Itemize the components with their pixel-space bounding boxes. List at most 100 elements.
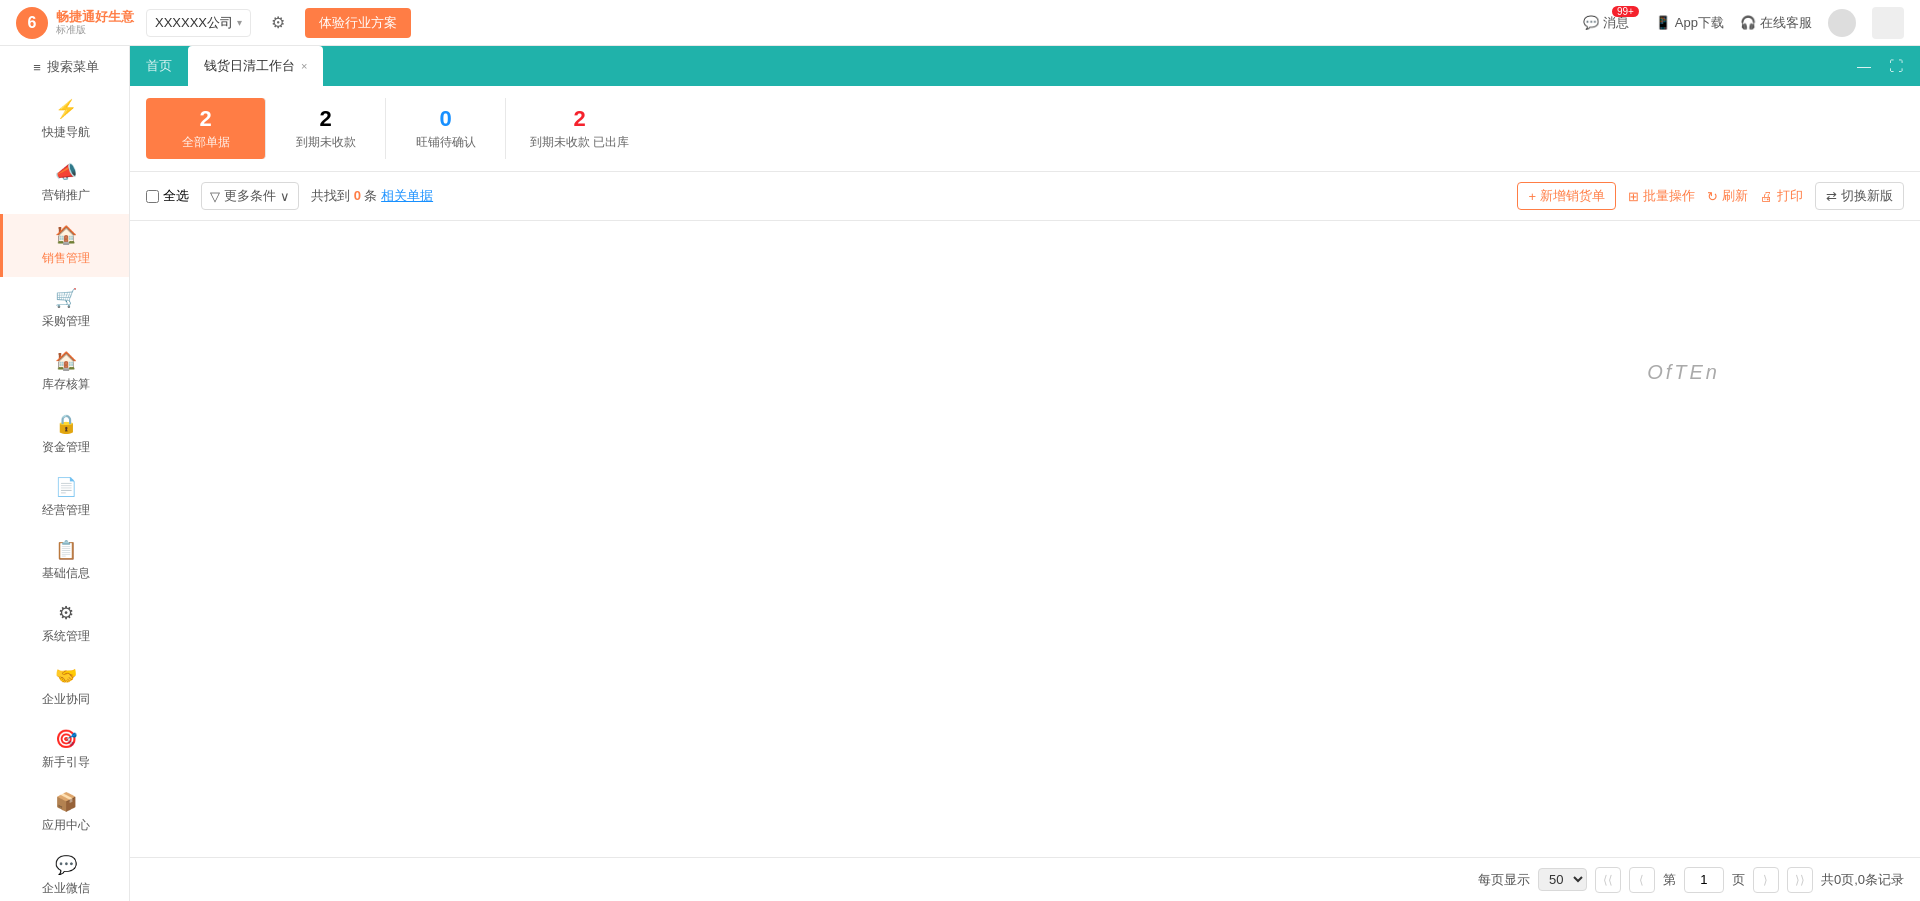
sidebar-item-sales[interactable]: 🏠 销售管理: [0, 214, 129, 277]
tab-expand-btn[interactable]: ⛶: [1884, 54, 1908, 78]
settings-button[interactable]: ⚙: [263, 8, 293, 38]
add-icon: +: [1528, 189, 1536, 204]
tab-active[interactable]: 钱货日清工作台 ×: [188, 46, 323, 86]
sidebar: ≡ 搜索菜单 ⚡ 快捷导航 📣 营销推广 🏠 销售管理 🛒 采购管理 🏠 库存核…: [0, 46, 130, 901]
app-download-item[interactable]: 📱 App下载: [1655, 14, 1724, 32]
stats-row: 2 全部单据 2 到期未收款 0 旺铺待确认 2 到期未收款 已出库: [130, 86, 1920, 172]
sidebar-item-inventory[interactable]: 🏠 库存核算: [0, 340, 129, 403]
message-icon: 💬: [1583, 15, 1599, 30]
avatar[interactable]: [1828, 9, 1856, 37]
pagination-bar: 每页显示 50 ⟨⟨ ⟨ 第 页 ⟩ ⟩⟩ 共0页,0条记录: [130, 857, 1920, 901]
stat-label-all: 全部单据: [182, 134, 230, 151]
marketing-icon: 📣: [55, 161, 77, 183]
online-service-item[interactable]: 🎧 在线客服: [1740, 14, 1812, 32]
logo-main: 畅捷通好生意: [56, 9, 134, 25]
company-name: XXXXXX公司: [155, 14, 233, 32]
sidebar-item-label-basic-info: 基础信息: [42, 565, 90, 582]
found-count-text: 共找到 0 条 相关单据: [311, 187, 433, 205]
per-page-select[interactable]: 50: [1538, 868, 1587, 891]
sidebar-item-purchase[interactable]: 🛒 采购管理: [0, 277, 129, 340]
sidebar-item-system[interactable]: ⚙ 系统管理: [0, 592, 129, 655]
sidebar-item-label-quick-nav: 快捷导航: [42, 124, 90, 141]
select-all-checkbox[interactable]: 全选: [146, 187, 189, 205]
switch-label: 切换新版: [1841, 187, 1893, 205]
top-bar-left: 6 畅捷通好生意 标准版 XXXXXX公司 ▾ ⚙ 体验行业方案: [16, 7, 411, 39]
logo-text: 畅捷通好生意 标准版: [56, 9, 134, 37]
refresh-label: 刷新: [1722, 187, 1748, 205]
filter-arrow-icon: ∨: [280, 189, 290, 204]
add-sales-order-btn[interactable]: + 新增销货单: [1517, 182, 1616, 210]
page-suffix: 页: [1732, 871, 1745, 889]
sales-icon: 🏠: [55, 224, 77, 246]
company-selector[interactable]: XXXXXX公司 ▾: [146, 9, 251, 37]
sidebar-item-guide[interactable]: 🎯 新手引导: [0, 718, 129, 781]
tab-home-label: 首页: [146, 57, 172, 75]
sidebar-item-quick-nav[interactable]: ⚡ 快捷导航: [0, 88, 129, 151]
message-item[interactable]: 💬 消息 99+: [1583, 14, 1629, 32]
stat-card-shipped[interactable]: 2 到期未收款 已出库: [506, 98, 653, 159]
switch-version-btn[interactable]: ⇄ 切换新版: [1815, 182, 1904, 210]
content-inner: OfTEn: [130, 221, 1920, 857]
content-area: OfTEn: [130, 221, 1920, 857]
sidebar-item-basic-info[interactable]: 📋 基础信息: [0, 529, 129, 592]
main-content: 首页 钱货日清工作台 × — ⛶ 2 全部单据 2 到期未收款: [130, 46, 1920, 901]
often-watermark: OfTEn: [1647, 361, 1720, 384]
page-input[interactable]: [1684, 867, 1724, 893]
guide-icon: 🎯: [55, 728, 77, 750]
logo-sub: 标准版: [56, 24, 134, 36]
headset-icon: 🎧: [1740, 15, 1756, 30]
tab-minimize-btn[interactable]: —: [1852, 54, 1876, 78]
sidebar-item-label-funds: 资金管理: [42, 439, 90, 456]
funds-icon: 🔒: [55, 413, 77, 435]
tab-close-icon[interactable]: ×: [301, 60, 307, 72]
batch-ops-btn[interactable]: ⊞ 批量操作: [1628, 187, 1695, 205]
sidebar-item-label-guide: 新手引导: [42, 754, 90, 771]
prev-page-btn[interactable]: ⟨: [1629, 867, 1655, 893]
refresh-btn[interactable]: ↻ 刷新: [1707, 187, 1748, 205]
sidebar-item-label-sales: 销售管理: [42, 250, 90, 267]
sidebar-item-search-menu[interactable]: ≡ 搜索菜单: [0, 46, 129, 88]
basic-info-icon: 📋: [55, 539, 77, 561]
sidebar-item-app-center[interactable]: 📦 应用中心: [0, 781, 129, 844]
switch-icon: ⇄: [1826, 189, 1837, 204]
batch-label: 批量操作: [1643, 187, 1695, 205]
logo-icon: 6: [16, 7, 48, 39]
sidebar-item-label-marketing: 营销推广: [42, 187, 90, 204]
first-page-btn[interactable]: ⟨⟨: [1595, 867, 1621, 893]
found-prefix: 共找到: [311, 188, 350, 203]
sidebar-item-funds[interactable]: 🔒 资金管理: [0, 403, 129, 466]
total-label: 共0页,0条记录: [1821, 871, 1904, 889]
filter-icon: ▽: [210, 189, 220, 204]
layout: ≡ 搜索菜单 ⚡ 快捷导航 📣 营销推广 🏠 销售管理 🛒 采购管理 🏠 库存核…: [0, 46, 1920, 901]
per-page-label: 每页显示: [1478, 871, 1530, 889]
app-download-icon: 📱: [1655, 15, 1671, 30]
toolbar-left: 全选 ▽ 更多条件 ∨ 共找到 0 条 相关单据: [146, 182, 433, 210]
sidebar-item-marketing[interactable]: 📣 营销推广: [0, 151, 129, 214]
print-btn[interactable]: 🖨 打印: [1760, 187, 1803, 205]
experience-btn[interactable]: 体验行业方案: [305, 8, 411, 38]
filter-button[interactable]: ▽ 更多条件 ∨: [201, 182, 299, 210]
stat-card-overdue[interactable]: 2 到期未收款: [266, 98, 386, 159]
tab-active-label: 钱货日清工作台: [204, 57, 295, 75]
filter-label: 更多条件: [224, 187, 276, 205]
tab-home[interactable]: 首页: [130, 46, 188, 86]
system-icon: ⚙: [58, 602, 74, 624]
stat-card-all[interactable]: 2 全部单据: [146, 98, 266, 159]
company-arrow-icon: ▾: [237, 17, 242, 28]
user-menu[interactable]: [1872, 7, 1904, 39]
next-page-btn[interactable]: ⟩: [1753, 867, 1779, 893]
select-all-input[interactable]: [146, 190, 159, 203]
sidebar-item-label-enterprise: 企业协同: [42, 691, 90, 708]
sidebar-item-enterprise[interactable]: 🤝 企业协同: [0, 655, 129, 718]
toolbar: 全选 ▽ 更多条件 ∨ 共找到 0 条 相关单据: [130, 172, 1920, 221]
print-label: 打印: [1777, 187, 1803, 205]
purchase-icon: 🛒: [55, 287, 77, 309]
add-label: 新增销货单: [1540, 187, 1605, 205]
logo-area: 6 畅捷通好生意 标准版: [16, 7, 134, 39]
stat-number-shipped: 2: [574, 106, 586, 132]
sidebar-item-operations[interactable]: 📄 经营管理: [0, 466, 129, 529]
last-page-btn[interactable]: ⟩⟩: [1787, 867, 1813, 893]
stat-card-wangpu[interactable]: 0 旺铺待确认: [386, 98, 506, 159]
sidebar-item-enterprise-wx[interactable]: 💬 企业微信: [0, 844, 129, 901]
related-link[interactable]: 相关单据: [381, 188, 433, 203]
